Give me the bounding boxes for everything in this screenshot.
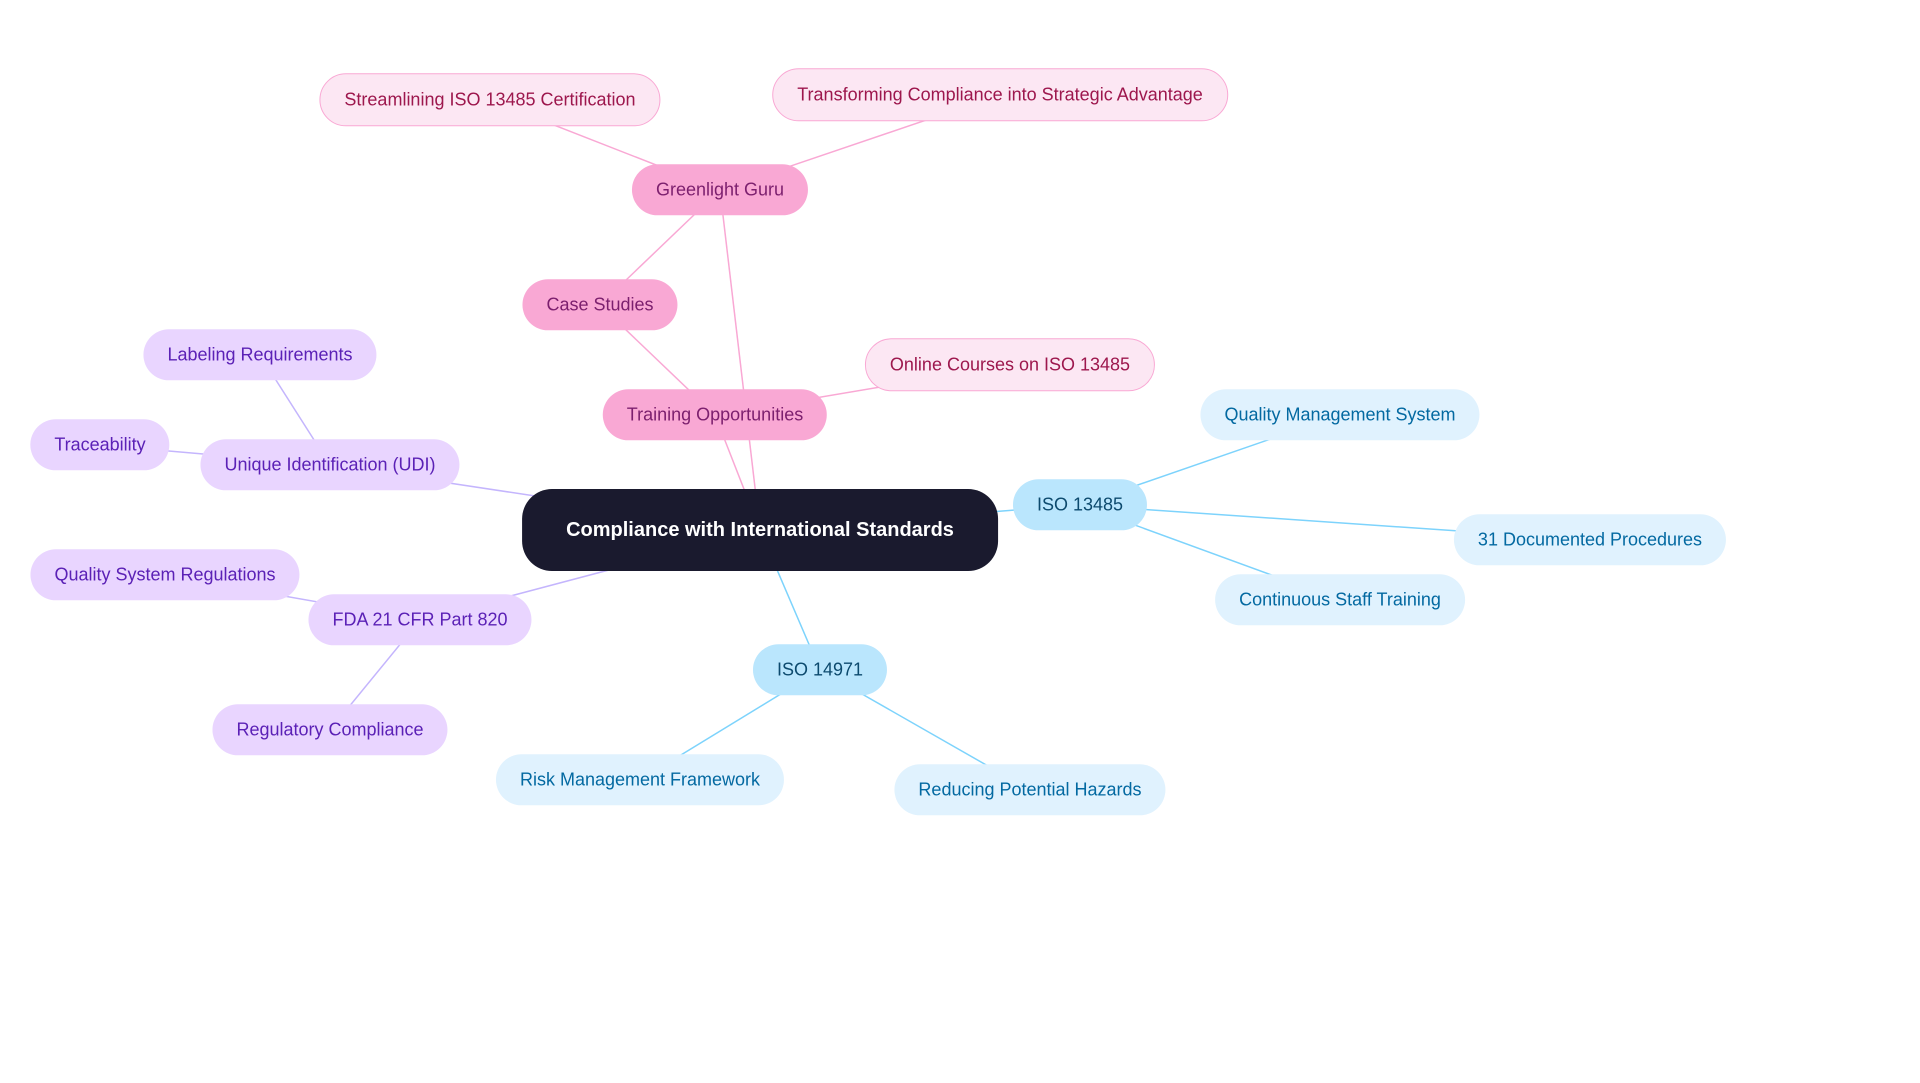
node-greenlight_guru[interactable]: Greenlight Guru xyxy=(632,164,808,215)
node-unique_id[interactable]: Unique Identification (UDI) xyxy=(200,439,459,490)
node-labeling[interactable]: Labeling Requirements xyxy=(143,329,376,380)
node-iso14971[interactable]: ISO 14971 xyxy=(753,644,887,695)
node-streamlining[interactable]: Streamlining ISO 13485 Certification xyxy=(319,73,660,126)
node-reg_compliance[interactable]: Regulatory Compliance xyxy=(212,704,447,755)
node-documented_procedures[interactable]: 31 Documented Procedures xyxy=(1454,514,1726,565)
node-center[interactable]: Compliance with International Standards xyxy=(522,489,998,571)
node-risk_mgmt[interactable]: Risk Management Framework xyxy=(496,754,784,805)
node-reducing_hazards[interactable]: Reducing Potential Hazards xyxy=(894,764,1165,815)
node-staff_training[interactable]: Continuous Staff Training xyxy=(1215,574,1465,625)
node-online_courses[interactable]: Online Courses on ISO 13485 xyxy=(865,338,1155,391)
node-case_studies[interactable]: Case Studies xyxy=(522,279,677,330)
node-transforming[interactable]: Transforming Compliance into Strategic A… xyxy=(772,68,1228,121)
node-quality_sys[interactable]: Quality System Regulations xyxy=(30,549,299,600)
node-traceability[interactable]: Traceability xyxy=(30,419,169,470)
node-training[interactable]: Training Opportunities xyxy=(603,389,827,440)
node-qms[interactable]: Quality Management System xyxy=(1200,389,1479,440)
mind-map: Compliance with International Standards G… xyxy=(0,0,1920,1083)
node-iso13485[interactable]: ISO 13485 xyxy=(1013,479,1147,530)
node-fda[interactable]: FDA 21 CFR Part 820 xyxy=(308,594,531,645)
